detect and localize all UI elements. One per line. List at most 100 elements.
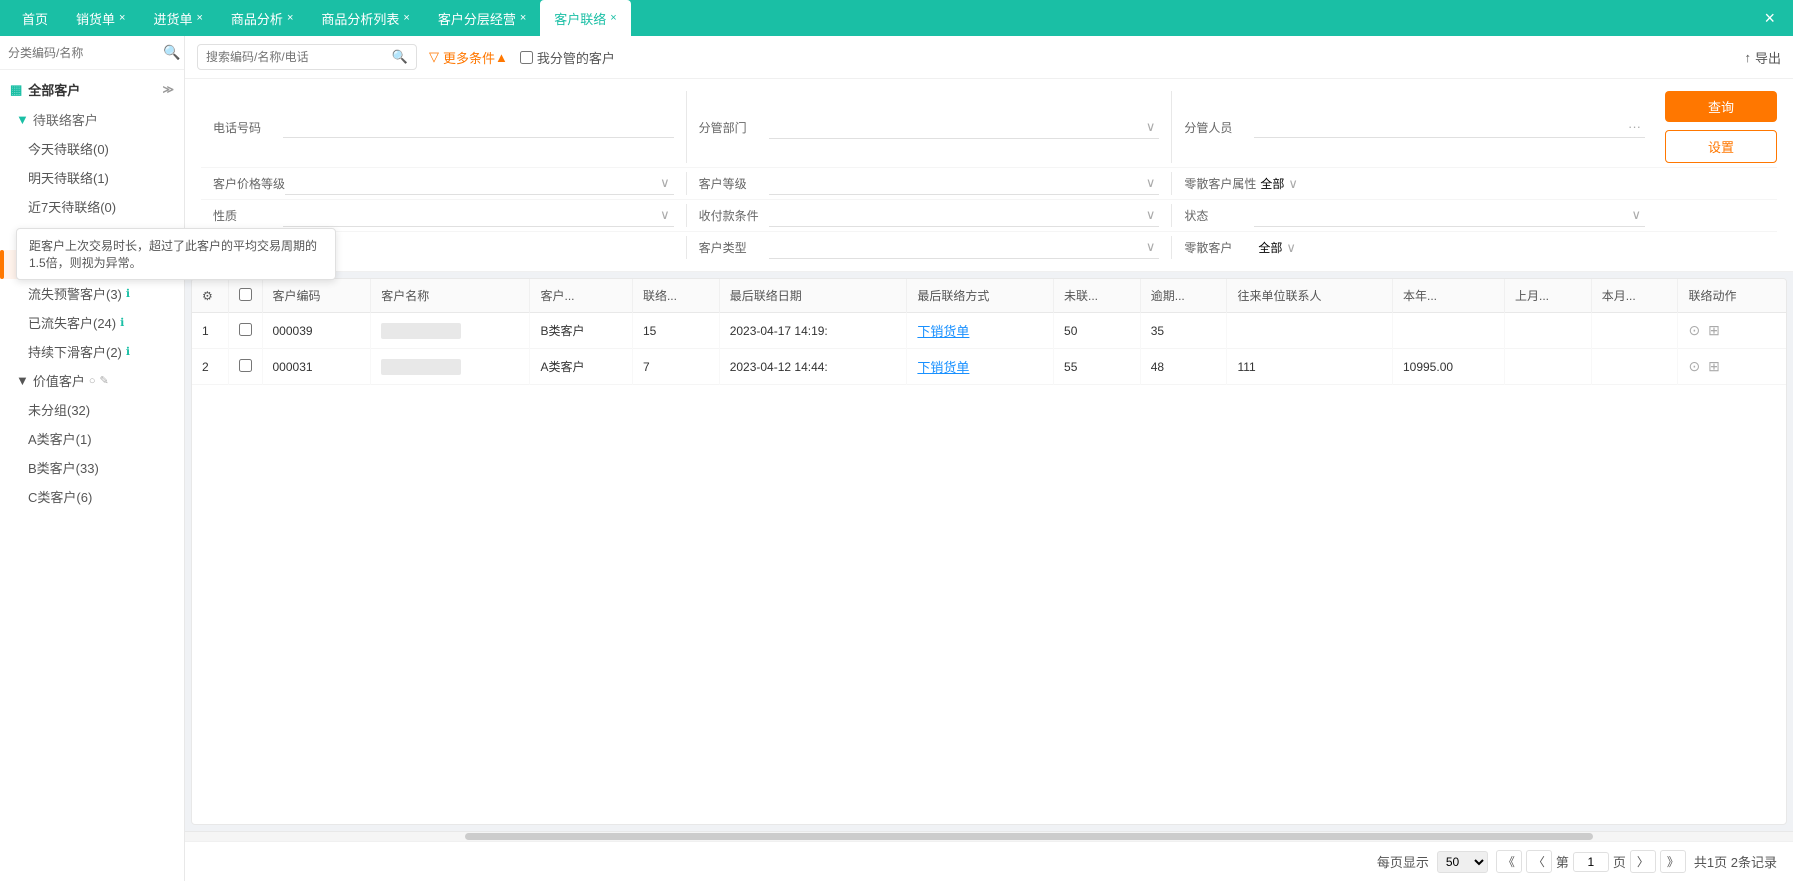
th-overdue[interactable]: 逾期... [1140,279,1227,313]
sidebar-item-class-a[interactable]: A类客户(1) [0,424,184,453]
nav-item-product-list[interactable]: 商品分析列表 × [307,0,423,36]
th-current-month[interactable]: 本月... [1591,279,1678,313]
sidebar-item-tomorrow[interactable]: 明天待联络(1) [0,163,184,192]
row1-last-date: 2023-04-17 14:19: [719,313,907,349]
th-contact-count[interactable]: 联络... [632,279,719,313]
per-page-select[interactable]: 50 20 100 [1437,851,1488,873]
more-conditions-button[interactable]: ▽ 更多条件 ▲ [429,48,508,67]
sidebar-search-input[interactable] [8,46,163,60]
header-row: ⚙ 客户编码 客户名称 客户... 联络... 最后联络日期 最后联络方式 未联… [192,279,1786,313]
th-uncontacted[interactable]: 未联... [1054,279,1141,313]
settings-button[interactable]: 设置 [1665,130,1777,163]
row1-grid-icon[interactable]: ⊞ [1708,322,1720,339]
row2-name-placeholder [381,359,461,375]
sidebar-item-churned[interactable]: 已流失客户(24) ℹ [0,308,184,337]
my-customers-checkbox[interactable]: 我分管的客户 [520,48,615,67]
row1-last-method[interactable]: 下销货单 [907,313,1054,349]
th-settings[interactable]: ⚙ [192,279,228,313]
nature-select[interactable]: ∨ [283,204,674,227]
next-page-button[interactable]: 〉 [1630,850,1656,873]
scatter-customer-select[interactable]: ∨ [1282,237,1300,259]
row1-link-icon[interactable]: ⊙ [1688,322,1700,339]
row2-grid-icon[interactable]: ⊞ [1708,358,1720,375]
query-btn-group: 查询 设置 [1665,91,1777,163]
row2-method-link[interactable]: 下销货单 [917,360,969,375]
th-last-month[interactable]: 上月... [1505,279,1592,313]
main-search-icon: 🔍 [392,49,408,65]
sidebar-item-ungrouped[interactable]: 未分组(32) [0,395,184,424]
page-number-input[interactable] [1573,852,1609,872]
horizontal-scrollbar[interactable] [185,831,1793,841]
sidebar-item-class-c[interactable]: C类客户(6) [0,482,184,511]
chevron-down-icon-2: ··· [1628,119,1641,134]
last-page-button[interactable]: 》 [1660,850,1686,873]
row1-method-link[interactable]: 下销货单 [917,324,969,339]
th-last-contact-date[interactable]: 最后联络日期 [719,279,907,313]
my-customers-check[interactable] [520,51,533,64]
row2-uncontacted: 55 [1054,349,1141,385]
payment-select[interactable]: ∨ [769,204,1160,227]
nav-item-purchase[interactable]: 进货单 × [139,0,216,36]
th-code[interactable]: 客户编码 [262,279,371,313]
scrollbar-thumb[interactable] [465,833,1593,840]
row2-link-icon[interactable]: ⊙ [1688,358,1700,375]
th-action: 联络动作 [1678,279,1786,313]
nav-item-sales[interactable]: 销货单 × [62,0,139,36]
th-last-contact-method[interactable]: 最后联络方式 [907,279,1054,313]
department-select[interactable]: ∨ [769,116,1160,139]
sidebar-item-class-b[interactable]: B类客户(33) [0,453,184,482]
window-close-button[interactable]: × [1754,8,1785,29]
th-contact-person[interactable]: 往来单位联系人 [1227,279,1393,313]
chevron-down-icon-5: ∨ [1288,176,1298,192]
content-area: 🔍 ▽ 更多条件 ▲ 我分管的客户 ↑ 导出 电话号码 [185,36,1793,881]
row2-actions: ⊙ ⊞ [1678,349,1786,385]
scatter-attr-select[interactable]: ∨ [1284,173,1302,195]
row2-last-method[interactable]: 下销货单 [907,349,1054,385]
phone-input[interactable] [283,117,674,138]
row1-checkbox [228,313,262,349]
row1-current-year [1392,313,1504,349]
sidebar-value-customers[interactable]: ▼ 价值客户 ○ ✎ [0,366,184,395]
chevron-down-icon-4: ∨ [1146,175,1156,191]
row2-checkbox [228,349,262,385]
query-button[interactable]: 查询 [1665,91,1777,122]
row2-contact-count: 7 [632,349,719,385]
row1-overdue: 35 [1140,313,1227,349]
row1-check[interactable] [239,323,252,336]
row1-action-icons: ⊙ ⊞ [1688,322,1776,339]
customer-type-select[interactable]: ∨ [769,236,1160,259]
row2-last-month [1505,349,1592,385]
advanced-filter: 电话号码 分管部门 ∨ 分管人员 ··· [185,79,1793,272]
filter-department: 分管部门 ∨ [687,116,1172,139]
manager-select[interactable]: ··· [1254,116,1645,138]
nav-item-customer-contact[interactable]: 客户联络 × [540,0,630,36]
select-all-checkbox[interactable] [239,288,252,301]
nav-item-product-analysis[interactable]: 商品分析 × [217,0,307,36]
chevron-down-icon-7: ∨ [1146,207,1156,223]
row1-uncontacted: 50 [1054,313,1141,349]
th-name[interactable]: 客户名称 [371,279,530,313]
row2-level: A类客户 [530,349,632,385]
price-level-select[interactable]: ∨ [285,172,674,195]
page-total: 页 [1613,852,1626,871]
nav-item-home[interactable]: 首页 [8,0,62,36]
prev-page-button[interactable]: 〈 [1526,850,1552,873]
sidebar-item-7days[interactable]: 近7天待联络(0) [0,192,184,221]
sidebar-item-today[interactable]: 今天待联络(0) [0,134,184,163]
customer-level-select[interactable]: ∨ [769,172,1160,195]
nav-item-customer-segment[interactable]: 客户分层经营 × [424,0,540,36]
sidebar-item-declining[interactable]: 持续下滑客户(2) ℹ [0,337,184,366]
export-button[interactable]: ↑ 导出 [1744,48,1781,67]
sidebar-all-customers[interactable]: ▦ 全部客户 ≫ [0,74,184,105]
main-search-input[interactable] [206,50,392,64]
row1-index: 1 [192,313,228,349]
first-page-button[interactable]: 《 [1496,850,1522,873]
th-current-year[interactable]: 本年... [1392,279,1504,313]
row2-check[interactable] [239,359,252,372]
row1-code: 000039 [262,313,371,349]
status-select[interactable]: ∨ [1254,204,1645,227]
sidebar-item-churn-warning[interactable]: 流失预警客户(3) ℹ [0,279,184,308]
page-label: 第 [1556,852,1569,871]
th-level[interactable]: 客户... [530,279,632,313]
sidebar-group-pending[interactable]: ▼ 待联络客户 [0,105,184,134]
